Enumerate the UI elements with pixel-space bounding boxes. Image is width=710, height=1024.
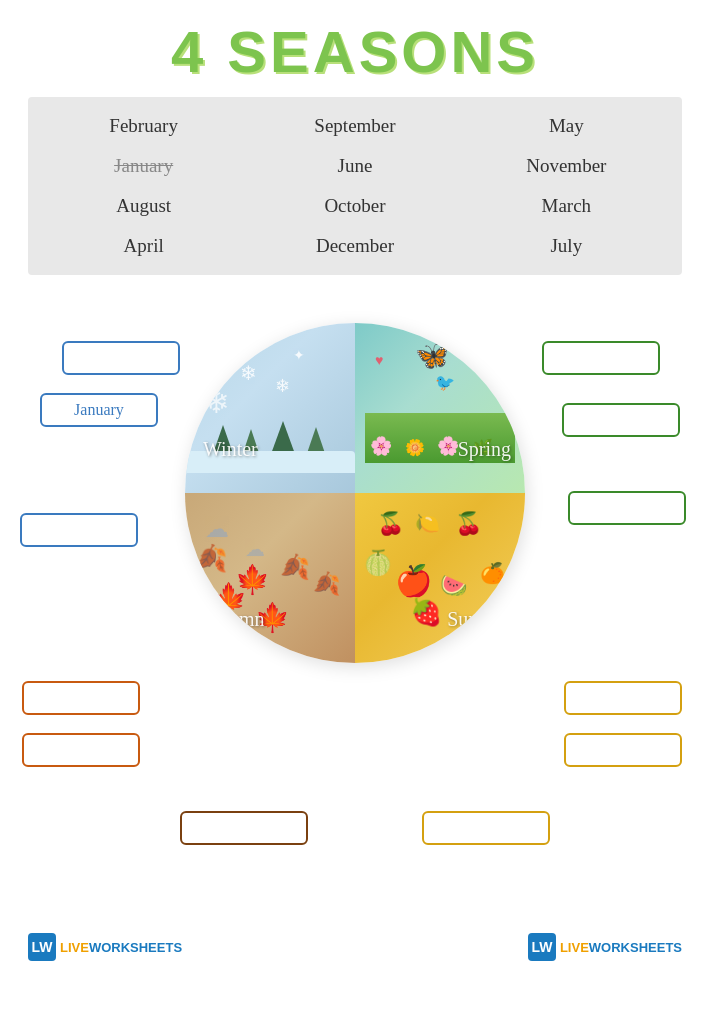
spring-quadrant: 🦋 ♥ ♥ 🐦 🌸 🌼 🌸 🌿 Spring <box>355 323 525 493</box>
summer-label: Summer <box>447 608 515 631</box>
word-cell-may: May <box>461 111 672 141</box>
spring-label: Spring <box>458 438 511 461</box>
word-bank: February September May January June Nove… <box>28 97 682 275</box>
logo-work-right: WORKSHEETS <box>589 940 682 955</box>
autumn-box-2[interactable] <box>22 733 140 767</box>
winter-box-2-january[interactable]: January <box>40 393 158 427</box>
word-cell-december: December <box>249 231 460 261</box>
winter-box-1[interactable] <box>62 341 180 375</box>
spring-box-1[interactable] <box>542 341 660 375</box>
summer-box-1[interactable] <box>564 681 682 715</box>
autumn-label: Autumn <box>199 608 265 631</box>
logo-work-left: WORKSHEETS <box>89 940 182 955</box>
autumn-box-3[interactable] <box>180 811 308 845</box>
word-cell-january: January <box>38 151 249 181</box>
diagram-area: ❄ ✦ ❄ ✦ ❄ ❄ Winter 🦋 ♥ <box>0 293 710 913</box>
summer-quadrant: 🍒 🍋 🍒 🍈 🍎 🍉 🍊 🍓 Summer <box>355 493 525 663</box>
word-cell-april: April <box>38 231 249 261</box>
summer-box-3[interactable] <box>422 811 550 845</box>
logo-live-left: LIVE <box>60 940 89 955</box>
autumn-box-1[interactable] <box>22 681 140 715</box>
winter-box-3[interactable] <box>20 513 138 547</box>
word-cell-october: October <box>249 191 460 221</box>
autumn-quadrant: ☁ ☁ 🍂 🍁 🍂 🍁 🍂 🍁 Autumn <box>185 493 355 663</box>
winter-quadrant: ❄ ✦ ❄ ✦ ❄ ❄ Winter <box>185 323 355 493</box>
page-title: 4 SEASONS <box>0 0 710 97</box>
word-cell-august: August <box>38 191 249 221</box>
logo-icon-left: LW <box>28 933 56 961</box>
word-cell-july: July <box>461 231 672 261</box>
word-cell-november: November <box>461 151 672 181</box>
logo-icon-right: LW <box>528 933 556 961</box>
liveworksheets-logo-left: LW LIVEWORKSHEETS <box>28 933 182 961</box>
liveworksheets-logo-right: LW LIVEWORKSHEETS <box>528 933 682 961</box>
summer-box-2[interactable] <box>564 733 682 767</box>
footer: LW LIVEWORKSHEETS LW LIVEWORKSHEETS <box>0 923 710 971</box>
word-cell-march: March <box>461 191 672 221</box>
winter-label: Winter <box>203 438 258 461</box>
seasons-circle: ❄ ✦ ❄ ✦ ❄ ❄ Winter 🦋 ♥ <box>185 323 525 663</box>
word-cell-september: September <box>249 111 460 141</box>
spring-box-3[interactable] <box>568 491 686 525</box>
word-cell-june: June <box>249 151 460 181</box>
logo-live-right: LIVE <box>560 940 589 955</box>
spring-box-2[interactable] <box>562 403 680 437</box>
word-cell-february: February <box>38 111 249 141</box>
